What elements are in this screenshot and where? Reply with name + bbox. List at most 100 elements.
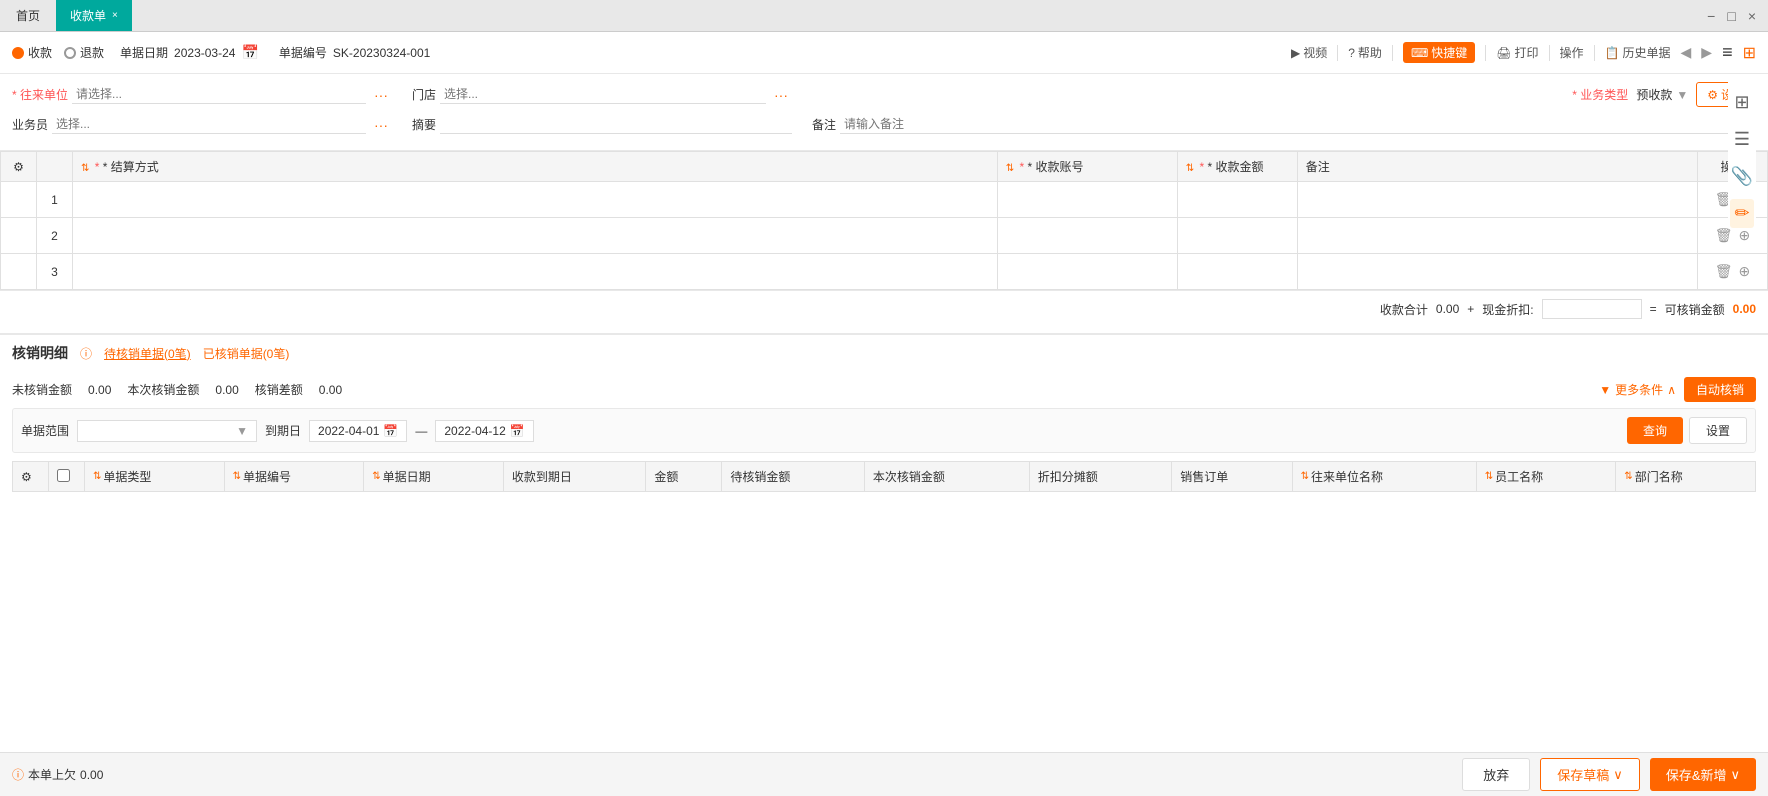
save-draft-btn[interactable]: 保存草稿 ∨ <box>1540 758 1640 791</box>
equals-sign: = <box>1650 302 1657 316</box>
bth-checkbox[interactable] <box>49 462 85 492</box>
table-row: 2 🗑 ⊕ <box>1 218 1768 254</box>
cal-from-icon: 📅 <box>383 424 398 438</box>
td-account-3[interactable] <box>997 254 1177 290</box>
th-setting[interactable]: ⚙ <box>1 152 37 182</box>
abandon-btn[interactable]: 放弃 <box>1462 758 1530 791</box>
main-content: 收款 退款 单据日期 2023-03-24 📅 单据编号 SK-20230324… <box>0 32 1768 796</box>
prev-arrow[interactable]: ◀ <box>1681 44 1692 61</box>
tab-completed[interactable]: 已核销单据(0笔) <box>203 345 290 362</box>
history-btn[interactable]: 📋 历史单据 <box>1605 44 1671 61</box>
more-conditions-btn[interactable]: ▼ 更多条件 ∧ <box>1599 381 1676 398</box>
video-btn[interactable]: ▶ 视频 <box>1291 44 1327 61</box>
footer-right: 放弃 保存草稿 ∨ 保存&新增 ∨ <box>1462 758 1756 791</box>
filter-settings-btn[interactable]: 设置 <box>1689 417 1747 444</box>
td-setting-1 <box>1 182 37 218</box>
verify-info-icon[interactable]: ⓘ <box>80 345 92 362</box>
tab-close-icon[interactable]: × <box>112 10 118 21</box>
td-action-3: 🗑 ⊕ <box>1698 254 1768 290</box>
td-remark-1[interactable] <box>1297 182 1697 218</box>
staff-input[interactable] <box>52 115 366 134</box>
summary-input[interactable] <box>440 115 792 134</box>
verify-header: 核销明细 ⓘ 待核销单据(0笔) 已核销单据(0笔) <box>12 343 1756 363</box>
td-method-3[interactable] <box>73 254 998 290</box>
radio-receipt[interactable]: 收款 <box>12 44 52 61</box>
delete-icon-3[interactable]: 🗑 <box>1715 263 1733 280</box>
td-method-2[interactable] <box>73 218 998 254</box>
date-from-field[interactable]: 2022-04-01 📅 <box>309 420 407 442</box>
discount-input[interactable] <box>1542 299 1642 319</box>
td-account-2[interactable] <box>997 218 1177 254</box>
th-method[interactable]: ⇅ * * 结算方式 <box>73 152 998 182</box>
staff-field: 业务员 ··· <box>12 115 392 134</box>
maximize-icon[interactable]: □ <box>1723 6 1739 26</box>
th-account[interactable]: ⇅ * * 收款账号 <box>997 152 1177 182</box>
td-amount-1[interactable] <box>1177 182 1297 218</box>
tab-receipt[interactable]: 收款单 × <box>56 0 132 31</box>
select-all-checkbox[interactable] <box>57 469 70 482</box>
counterpart-more-icon[interactable]: ··· <box>370 87 392 103</box>
help-icon: ? <box>1348 46 1355 60</box>
sidebar-icon-3[interactable]: 📎 <box>1727 162 1757 191</box>
settings-gear-icon: ⚙ <box>1707 88 1718 102</box>
filter-right: ▼ 更多条件 ∧ 自动核销 <box>1599 377 1756 402</box>
tab-home[interactable]: 首页 <box>0 0 56 31</box>
shortcut-btn[interactable]: ⌨ 快捷键 <box>1403 42 1475 63</box>
copy-icon-3[interactable]: ⊕ <box>1739 263 1751 280</box>
bth-discount: 折扣分摊额 <box>1029 462 1172 492</box>
business-type-select[interactable]: 预收款 ▼ <box>1636 86 1688 103</box>
staff-more-icon[interactable]: ··· <box>370 117 392 133</box>
td-method-1[interactable] <box>73 182 998 218</box>
counterpart-input[interactable] <box>72 85 366 104</box>
date-to-field[interactable]: 2022-04-12 📅 <box>435 420 533 442</box>
toolbar: 收款 退款 单据日期 2023-03-24 📅 单据编号 SK-20230324… <box>0 32 1768 74</box>
minimize-icon[interactable]: − <box>1703 6 1719 26</box>
store-more-icon[interactable]: ··· <box>770 87 792 103</box>
th-amount[interactable]: ⇅ * * 收款金额 <box>1177 152 1297 182</box>
copy-icon-2[interactable]: ⊕ <box>1739 227 1751 244</box>
store-input[interactable] <box>440 85 766 104</box>
footer-current-label: 本单上欠 <box>28 766 76 783</box>
td-num-1: 1 <box>37 182 73 218</box>
discount-label: 现金折扣: <box>1482 301 1533 318</box>
save-draft-arrow: ∨ <box>1613 767 1623 783</box>
td-remark-2[interactable] <box>1297 218 1697 254</box>
radio-refund[interactable]: 退款 <box>64 44 104 61</box>
number-label: 单据编号 <box>279 44 327 61</box>
auto-verify-btn[interactable]: 自动核销 <box>1684 377 1756 402</box>
date-to-value: 2022-04-12 <box>444 424 505 438</box>
td-amount-2[interactable] <box>1177 218 1297 254</box>
sidebar-icon-1[interactable]: ⊞ <box>1730 88 1753 117</box>
footer-info-icon[interactable]: ⓘ <box>12 766 24 783</box>
unverified-label: 未核销金额 <box>12 381 72 398</box>
window-close-icon[interactable]: × <box>1744 6 1760 26</box>
plus-sign: + <box>1467 302 1474 316</box>
td-remark-3[interactable] <box>1297 254 1697 290</box>
current-verify-value: 0.00 <box>215 383 238 397</box>
counterpart-label: * 往来单位 <box>12 86 68 103</box>
range-select[interactable]: ▼ <box>77 420 257 442</box>
help-btn[interactable]: ? 帮助 <box>1348 44 1382 61</box>
remark-input[interactable] <box>840 115 1756 134</box>
sidebar-icon-2[interactable]: ☰ <box>1730 125 1754 154</box>
form-row-1: * 往来单位 ··· 门店 ··· * 业务类型 预收款 ▼ ⚙ 设置 <box>12 82 1756 107</box>
operation-btn[interactable]: 操作 <box>1560 44 1584 61</box>
next-arrow[interactable]: ▶ <box>1701 44 1712 61</box>
td-account-1[interactable] <box>997 182 1177 218</box>
delete-icon-2[interactable]: 🗑 <box>1715 227 1733 244</box>
tab-pending[interactable]: 待核销单据(0笔) <box>104 345 191 362</box>
bth-number: ⇅ 单据编号 <box>224 462 364 492</box>
sidebar-icon-4[interactable]: ✏ <box>1730 199 1753 228</box>
calendar-icon[interactable]: 📅 <box>241 44 258 61</box>
business-type-label: * 业务类型 <box>1572 86 1628 103</box>
list-view-icon[interactable]: ≡ <box>1722 42 1733 63</box>
form-row-2: 业务员 ··· 摘要 备注 <box>12 115 1756 134</box>
bth-setting[interactable]: ⚙ <box>13 462 49 492</box>
grid-view-icon[interactable]: ⊞ <box>1743 43 1756 63</box>
total-value: 0.00 <box>1436 302 1459 316</box>
query-btn[interactable]: 查询 <box>1627 417 1683 444</box>
print-btn[interactable]: 🖨 打印 <box>1496 44 1538 61</box>
save-new-btn[interactable]: 保存&新增 ∨ <box>1650 758 1756 791</box>
bth-type: ⇅ 单据类型 <box>85 462 225 492</box>
td-amount-3[interactable] <box>1177 254 1297 290</box>
